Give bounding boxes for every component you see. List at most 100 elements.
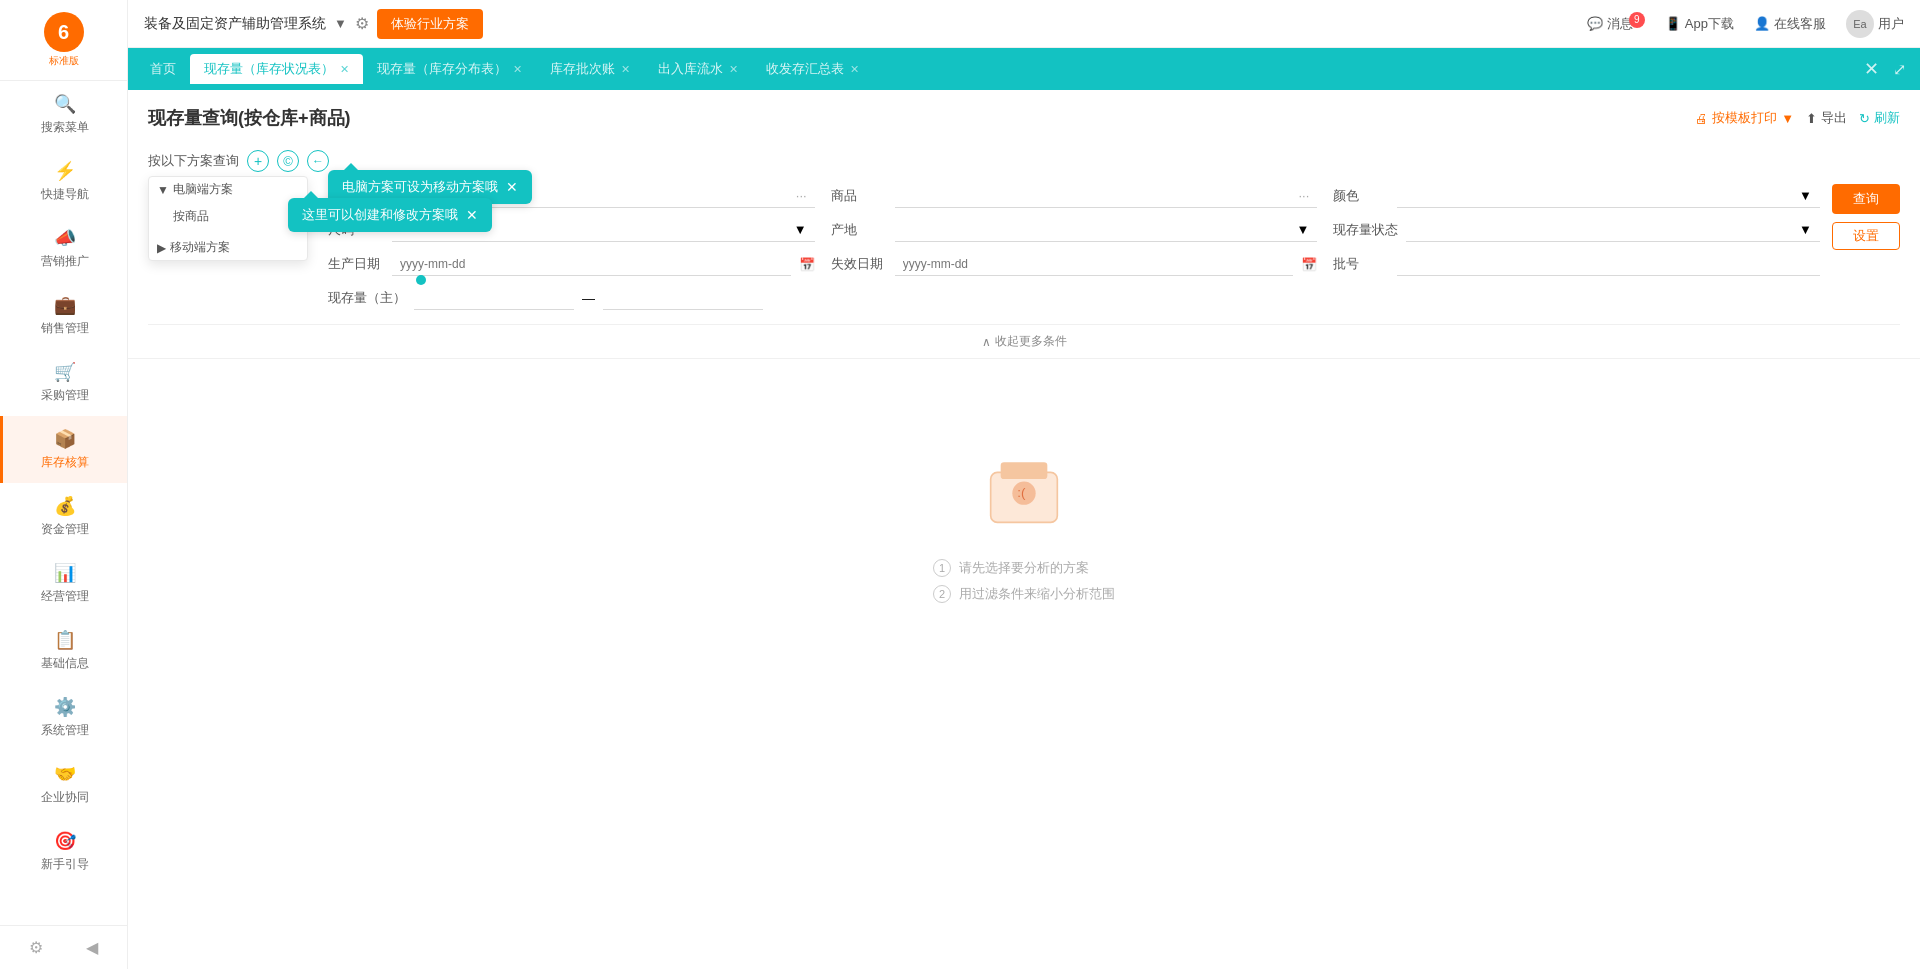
- sidebar-icon-marketing: 📣: [54, 227, 76, 249]
- svg-text::(: :(: [1017, 485, 1026, 500]
- tooltip2-close-icon[interactable]: ✕: [466, 207, 478, 223]
- sidebar-item-finance[interactable]: 💰资金管理: [0, 483, 127, 550]
- tooltip1-text: 电脑方案可设为移动方案哦: [342, 178, 498, 196]
- empty-step-1: 1 请先选择要分析的方案: [933, 559, 1089, 577]
- tab-item[interactable]: 首页: [136, 54, 190, 84]
- tooltip1-close-icon[interactable]: ✕: [506, 179, 518, 195]
- tab-close-icon[interactable]: ✕: [850, 63, 859, 76]
- reset-button[interactable]: 设置: [1832, 222, 1900, 250]
- scheme-desktop-section[interactable]: ▼ 电脑端方案: [149, 177, 307, 202]
- sidebar-icon-system: ⚙️: [54, 696, 76, 718]
- tooltip-create-hint: 这里可以创建和修改方案哦 ✕: [288, 198, 492, 232]
- filter-area: 按以下方案查询 + © ← ▼ 电脑端方案 按商品 ▶ 移动端方案 电脑方案可设: [128, 140, 1920, 359]
- user-item[interactable]: Ea 用户: [1846, 10, 1904, 38]
- refresh-button[interactable]: ↻ 刷新: [1859, 109, 1900, 127]
- color-label: 颜色: [1333, 187, 1389, 205]
- sidebar-item-guide[interactable]: 🎯新手引导: [0, 818, 127, 885]
- sidebar-item-base[interactable]: 📋基础信息: [0, 617, 127, 684]
- batch-label: 批号: [1333, 255, 1389, 273]
- trial-button[interactable]: 体验行业方案: [377, 9, 483, 39]
- expire-date-input[interactable]: [895, 253, 1294, 276]
- filter-row-2: 尺码 ▼ 产地 ▼: [328, 218, 1820, 242]
- produce-date-input[interactable]: [392, 253, 791, 276]
- color-select[interactable]: ▼: [1397, 184, 1820, 208]
- scheme-desktop-label: 电脑端方案: [173, 181, 233, 198]
- tab-bar: 首页现存量（库存状况表）✕现存量（库存分布表）✕库存批次账✕出入库流水✕收发存汇…: [128, 48, 1920, 90]
- batch-input[interactable]: [1397, 252, 1820, 276]
- tab-close-icon[interactable]: ✕: [729, 63, 738, 76]
- sidebar-label-guide: 新手引导: [41, 856, 89, 873]
- sidebar-item-operations[interactable]: 📊经营管理: [0, 550, 127, 617]
- dot-indicator: [416, 275, 426, 285]
- sidebar-label-finance: 资金管理: [41, 521, 89, 538]
- stock-qty-min-input[interactable]: [414, 286, 574, 310]
- header-settings-icon[interactable]: ⚙: [355, 14, 369, 33]
- sidebar-item-system[interactable]: ⚙️系统管理: [0, 684, 127, 751]
- color-dropdown-icon: ▼: [1799, 188, 1812, 203]
- sidebar-label-sales: 销售管理: [41, 320, 89, 337]
- sidebar-item-search[interactable]: 🔍搜索菜单: [0, 81, 127, 148]
- stock-qty-max-input[interactable]: [603, 286, 763, 310]
- search-button[interactable]: 查询: [1832, 184, 1900, 214]
- tab-close-icon[interactable]: ✕: [513, 63, 522, 76]
- header-select-dropdown[interactable]: ▼: [334, 16, 347, 31]
- expire-date-label: 失效日期: [831, 255, 887, 273]
- scheme-item-warehouse[interactable]: 按商品: [149, 202, 307, 231]
- stock-status-label: 现存量状态: [1333, 221, 1398, 239]
- scheme-mobile-section[interactable]: ▶ 移动端方案: [149, 235, 307, 260]
- sidebar-item-inventory[interactable]: 📦 库存核算: [0, 416, 127, 483]
- online-support-item[interactable]: 👤 在线客服: [1754, 15, 1826, 33]
- sidebar-item-enterprise[interactable]: 🤝企业协同: [0, 751, 127, 818]
- system-title: 装备及固定资产辅助管理系统: [144, 15, 326, 33]
- tab-close-icon[interactable]: ✕: [340, 63, 349, 76]
- tab-item[interactable]: 库存批次账✕: [536, 54, 644, 84]
- user-avatar: Ea: [1846, 10, 1874, 38]
- tab-item[interactable]: 收发存汇总表✕: [752, 54, 873, 84]
- sidebar-label-search: 搜索菜单: [41, 119, 89, 136]
- notifications-item[interactable]: 💬 消息 9: [1587, 15, 1645, 33]
- export-button[interactable]: ⬆ 导出: [1806, 109, 1847, 127]
- tab-item[interactable]: 出入库流水✕: [644, 54, 752, 84]
- page-actions: 🖨 按模板打印 ▼ ⬆ 导出 ↻ 刷新: [1695, 109, 1900, 127]
- origin-select[interactable]: ▼: [895, 218, 1318, 242]
- tab-expand-icon[interactable]: ⤢: [1887, 60, 1912, 79]
- sidebar-icon-enterprise: 🤝: [54, 763, 76, 785]
- empty-illustration: :(: [974, 439, 1074, 539]
- warehouse-dots-icon: ···: [796, 188, 807, 203]
- sidebar-item-purchase[interactable]: 🛒采购管理: [0, 349, 127, 416]
- sidebar-icon-inventory: 📦: [54, 428, 76, 450]
- sidebar-item-marketing[interactable]: 📣营销推广: [0, 215, 127, 282]
- print-button[interactable]: 🖨 按模板打印 ▼: [1695, 109, 1794, 127]
- arrow-scheme-button[interactable]: ←: [307, 150, 329, 172]
- tab-label: 现存量（库存状况表）: [204, 60, 334, 78]
- produce-date-calendar-icon[interactable]: 📅: [799, 257, 815, 272]
- app-download-item[interactable]: 📱 App下载: [1665, 15, 1734, 33]
- sidebar-bottom: ⚙ ◀: [0, 925, 127, 969]
- chevron-right-icon2: ▶: [157, 241, 166, 255]
- sidebar-item-sales[interactable]: 💼销售管理: [0, 282, 127, 349]
- expire-date-calendar-icon[interactable]: 📅: [1301, 257, 1317, 272]
- empty-state: :( 1 请先选择要分析的方案 2 用过滤条件来缩小分析范围: [128, 359, 1920, 683]
- stock-status-select[interactable]: ▼: [1406, 218, 1820, 242]
- sidebar-label-inventory: 库存核算: [41, 454, 89, 471]
- collapse-sidebar-icon[interactable]: ◀: [86, 938, 98, 957]
- empty-step-2: 2 用过滤条件来缩小分析范围: [933, 585, 1115, 603]
- notifications-badge: 9: [1629, 12, 1645, 28]
- goods-input[interactable]: ···: [895, 184, 1318, 208]
- copy-scheme-button[interactable]: ©: [277, 150, 299, 172]
- chevron-up-icon: ∧: [982, 335, 991, 349]
- step-1-text: 请先选择要分析的方案: [959, 559, 1089, 577]
- add-scheme-button[interactable]: +: [247, 150, 269, 172]
- collapse-bar[interactable]: ∧ 收起更多条件: [148, 324, 1900, 358]
- empty-steps: 1 请先选择要分析的方案 2 用过滤条件来缩小分析范围: [933, 559, 1115, 603]
- tab-close-icon[interactable]: ✕: [621, 63, 630, 76]
- tab-close-all-icon[interactable]: ✕: [1856, 58, 1887, 80]
- chevron-right-icon: ▼: [157, 183, 169, 197]
- tab-item[interactable]: 现存量（库存分布表）✕: [363, 54, 536, 84]
- tab-item[interactable]: 现存量（库存状况表） ✕: [190, 54, 363, 84]
- sidebar-logo: 6 标准版: [0, 0, 127, 81]
- sidebar-item-nav[interactable]: ⚡快捷导航: [0, 148, 127, 215]
- filter-field-batch: 批号: [1333, 252, 1820, 276]
- main-area: 装备及固定资产辅助管理系统 ▼ ⚙ 体验行业方案 💬 消息 9 📱 App下载 …: [128, 0, 1920, 969]
- settings-icon[interactable]: ⚙: [29, 938, 43, 957]
